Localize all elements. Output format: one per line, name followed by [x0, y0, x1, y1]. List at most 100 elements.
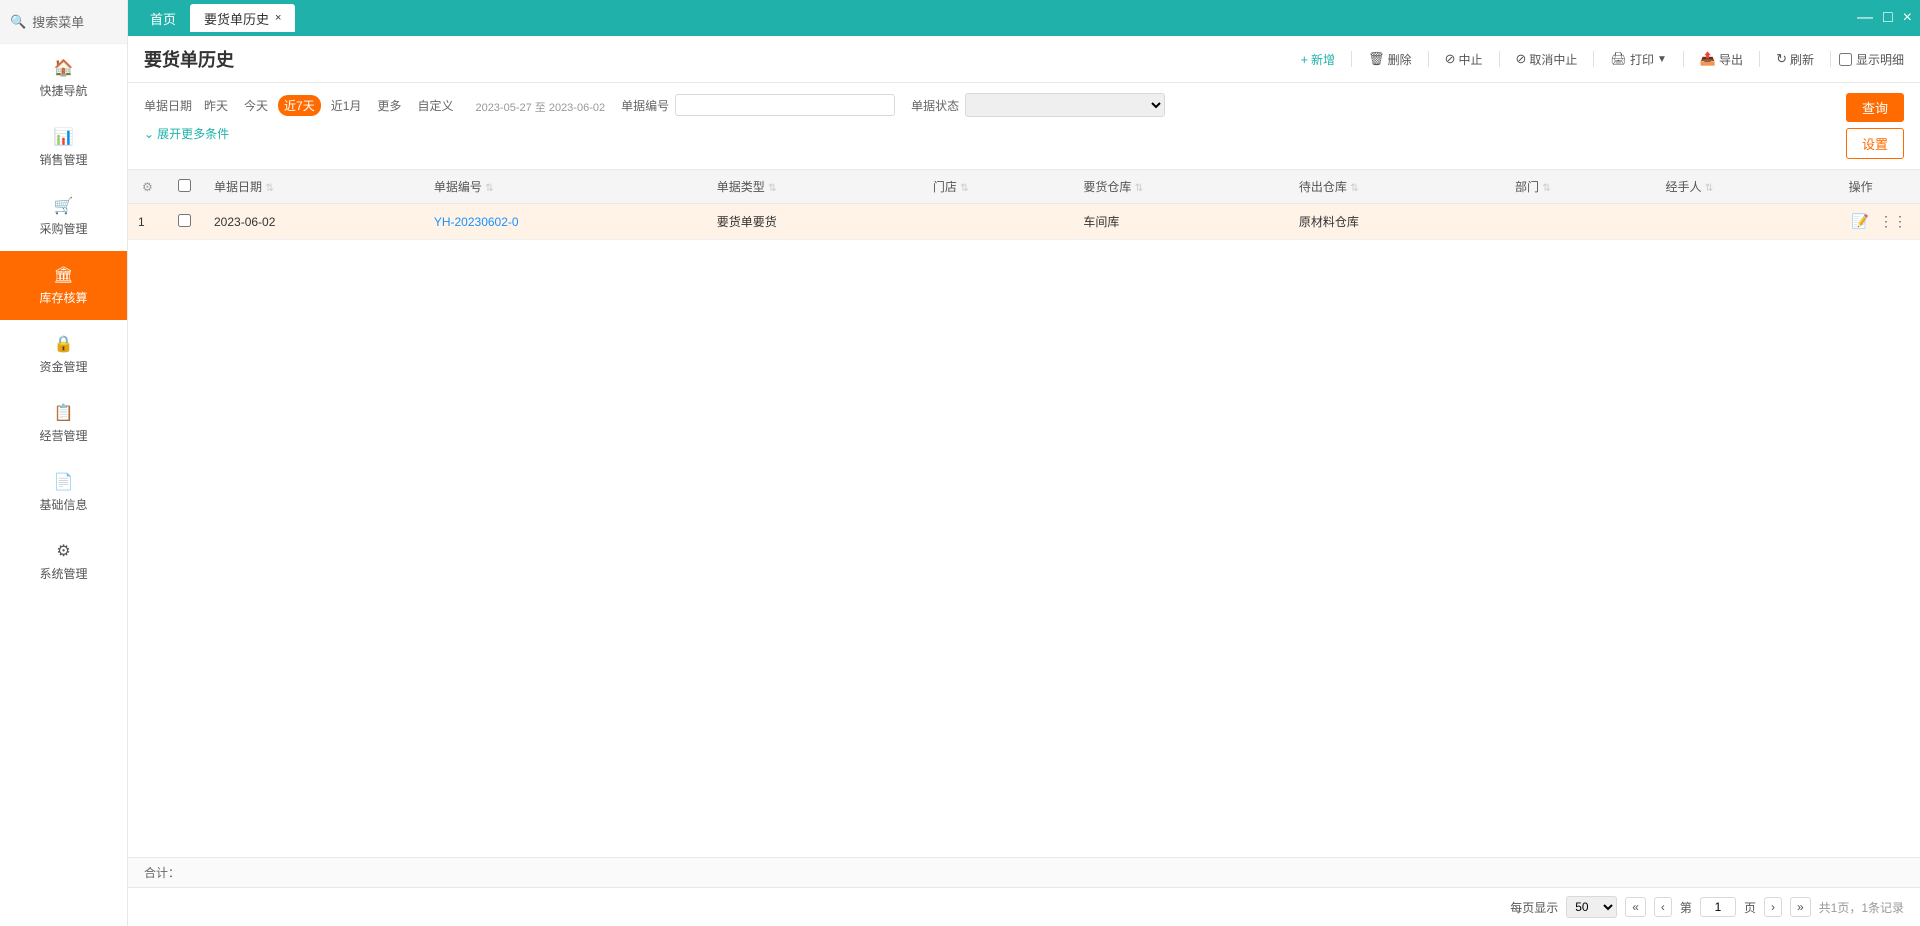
window-close-icon[interactable]: ×: [1903, 9, 1912, 27]
date-range-display: 2023-05-27 至 2023-06-02: [475, 99, 605, 115]
tab-current[interactable]: 要货单历史 ×: [190, 4, 295, 32]
row-department: [1505, 204, 1656, 240]
window-maximize-icon[interactable]: □: [1883, 9, 1893, 27]
sidebar-search-label: 搜索菜单: [32, 12, 84, 31]
table-body: 1 2023-06-02 YH-20230602-0 要货单要货 车间库 原材料…: [128, 204, 1920, 240]
date-pill-more[interactable]: 更多: [371, 95, 407, 116]
page-header: 要货单历史 + 新增 🗑 删除 ⊘ 中止 ⊘ 取消中止 🖨: [128, 36, 1920, 83]
row-doc-type: 要货单要货: [707, 204, 923, 240]
prev-page-button[interactable]: ‹: [1654, 897, 1672, 917]
page-number-input[interactable]: [1700, 897, 1736, 917]
department-col-header: 部门 ⇅: [1505, 170, 1656, 204]
separator: [1351, 51, 1352, 67]
sidebar-item-purchase[interactable]: 🛒 采购管理: [0, 182, 127, 251]
first-page-button[interactable]: «: [1625, 897, 1646, 917]
filter-fields: 单据日期 昨天 今天 近7天 近1月 更多 自定义 2023-05-27 至 2…: [144, 93, 1836, 142]
req-warehouse-col-header: 要货仓库 ⇅: [1073, 170, 1288, 204]
total-info: 共1页，1条记录: [1819, 899, 1904, 916]
last-page-button[interactable]: »: [1790, 897, 1811, 917]
doc-no-link[interactable]: YH-20230602-0: [434, 215, 519, 229]
doc-type-sort-icon[interactable]: ⇅: [768, 183, 776, 194]
doc-no-col-header: 单据编号 ⇅: [424, 170, 707, 204]
ops-col-label: 操作: [1849, 180, 1873, 194]
filter-status: 单据状态: [911, 93, 1165, 117]
sidebar-item-quick-nav[interactable]: 🏠 快捷导航: [0, 44, 127, 113]
home-icon: 🏠: [54, 58, 74, 78]
tab-bar-controls: — □ ×: [1857, 9, 1912, 27]
sidebar-item-operations[interactable]: 📋 经营管理: [0, 389, 127, 458]
sidebar-item-label: 经营管理: [39, 427, 87, 444]
doc-no-sort-icon[interactable]: ⇅: [485, 183, 493, 194]
next-page-button[interactable]: ›: [1764, 897, 1782, 917]
query-button[interactable]: 查询: [1846, 93, 1904, 122]
filter-doc-no: 单据编号: [621, 94, 895, 116]
tab-home[interactable]: 首页: [136, 4, 190, 32]
expand-filter-button[interactable]: ⌄ 展开更多条件: [144, 125, 1836, 142]
row-checkbox[interactable]: [178, 214, 191, 227]
date-pill-recent7[interactable]: 近7天: [278, 95, 321, 116]
sidebar-item-label: 采购管理: [39, 220, 87, 237]
sidebar-item-sales[interactable]: 📊 销售管理: [0, 113, 127, 182]
status-select[interactable]: [965, 93, 1165, 117]
req-warehouse-sort-icon[interactable]: ⇅: [1135, 183, 1143, 194]
export-icon: 📤: [1700, 51, 1716, 67]
expand-down-icon: ⌄: [144, 127, 154, 141]
delete-icon: 🗑: [1368, 51, 1385, 67]
cancel-stop-button[interactable]: ⊘ 取消中止: [1508, 47, 1586, 72]
sidebar-item-label: 基础信息: [39, 496, 87, 513]
handler-sort-icon[interactable]: ⇅: [1705, 183, 1713, 194]
table-settings-icon[interactable]: ⚙: [138, 176, 157, 198]
date-pill-recent1month[interactable]: 近1月: [325, 95, 368, 116]
sidebar-item-label: 快捷导航: [39, 82, 87, 99]
print-dropdown-icon[interactable]: ▼: [1657, 54, 1667, 65]
settings-col-header: ⚙: [128, 170, 168, 204]
cancel-stop-icon: ⊘: [1516, 51, 1527, 67]
store-sort-icon[interactable]: ⇅: [960, 183, 968, 194]
sidebar-item-basic-info[interactable]: 📄 基础信息: [0, 458, 127, 527]
delete-button[interactable]: 🗑 删除: [1360, 47, 1420, 72]
display-detail-label: 显示明细: [1856, 51, 1904, 68]
row-edit-button[interactable]: 📝: [1849, 211, 1872, 232]
window-minimize-icon[interactable]: —: [1857, 9, 1873, 27]
tab-close-icon[interactable]: ×: [275, 12, 281, 24]
sidebar-item-label: 库存核算: [39, 289, 87, 306]
page-unit: 页: [1744, 899, 1756, 916]
sidebar-item-finance[interactable]: 🔒 资金管理: [0, 320, 127, 389]
date-col-header: 单据日期 ⇅: [204, 170, 424, 204]
building-icon: 🏛: [53, 265, 73, 285]
delete-button-label: 删除: [1388, 51, 1412, 68]
doc-no-input[interactable]: [675, 94, 895, 116]
expand-filter-row: ⌄ 展开更多条件: [144, 125, 1836, 142]
date-pill-today[interactable]: 今天: [238, 95, 274, 116]
separator: [1683, 51, 1684, 67]
display-detail-checkbox[interactable]: [1839, 53, 1852, 66]
stop-button[interactable]: ⊘ 中止: [1437, 47, 1491, 72]
date-pill-yesterday[interactable]: 昨天: [198, 95, 234, 116]
page-title: 要货单历史: [144, 46, 234, 72]
handler-col-header: 经手人 ⇅: [1656, 170, 1839, 204]
stop-icon: ⊘: [1445, 51, 1456, 67]
main-content: 首页 要货单历史 × — □ × 要货单历史 + 新增 🗑 删除 ⊘: [128, 0, 1920, 926]
date-pill-custom[interactable]: 自定义: [411, 95, 459, 116]
settings-button[interactable]: 设置: [1846, 128, 1904, 159]
department-sort-icon[interactable]: ⇅: [1542, 183, 1550, 194]
row-more-button[interactable]: ⋮⋮: [1876, 211, 1910, 232]
new-button[interactable]: + 新增: [1292, 47, 1343, 72]
sidebar-item-label: 销售管理: [39, 151, 87, 168]
display-detail-toggle[interactable]: 显示明细: [1839, 51, 1904, 68]
sidebar-item-inventory[interactable]: 🏛 库存核算: [0, 251, 127, 320]
doc-no-col-label: 单据编号: [434, 180, 482, 194]
cart-icon: 🛒: [54, 196, 74, 216]
pending-warehouse-sort-icon[interactable]: ⇅: [1350, 183, 1358, 194]
refresh-button[interactable]: ↻ 刷新: [1768, 47, 1822, 72]
print-button[interactable]: 🖨 打印 ▼: [1602, 47, 1674, 72]
export-button[interactable]: 📤 导出: [1692, 47, 1751, 72]
add-icon: +: [1300, 52, 1308, 67]
select-all-checkbox[interactable]: [178, 179, 191, 192]
sidebar-item-system[interactable]: ⚙ 系统管理: [0, 527, 127, 596]
date-sort-icon[interactable]: ⇅: [265, 183, 273, 194]
print-button-label: 打印: [1630, 51, 1654, 68]
filter-row: 单据日期 昨天 今天 近7天 近1月 更多 自定义 2023-05-27 至 2…: [144, 93, 1836, 117]
page-size-select[interactable]: 50 100: [1566, 896, 1617, 918]
sidebar-search[interactable]: 🔍 搜索菜单: [0, 0, 127, 44]
